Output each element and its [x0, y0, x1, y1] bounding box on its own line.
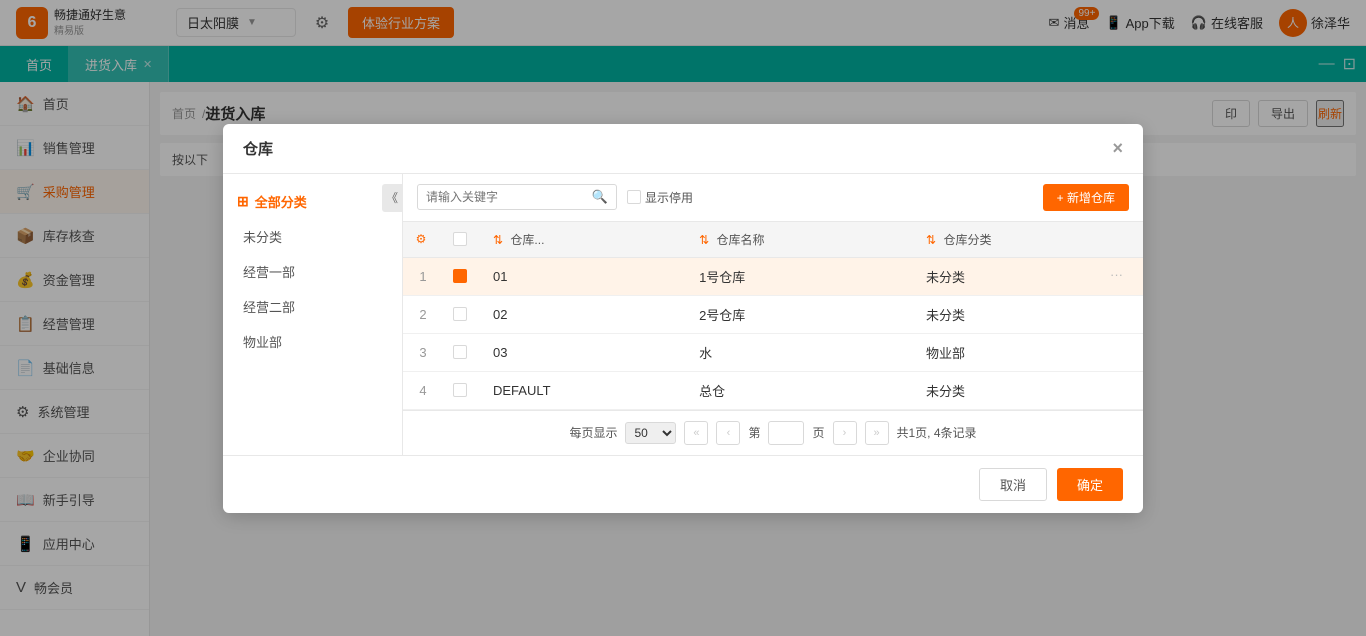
category-panel: ⊞ 全部分类 《 未分类 经营一部 经营二部 物业部	[223, 174, 403, 455]
row-checkbox[interactable]	[453, 383, 467, 397]
row-category: 未分类	[916, 371, 1143, 409]
table-row[interactable]: 4 DEFAULT 总仓 未分类	[403, 371, 1143, 409]
modal-title: 仓库	[243, 138, 273, 159]
row-category: 未分类 ···	[916, 257, 1143, 295]
show-disabled-checkbox[interactable]	[627, 190, 641, 204]
data-toolbar: 🔍 显示停用 + 新增仓库	[403, 174, 1143, 222]
cancel-button[interactable]: 取消	[979, 468, 1047, 501]
page-size-select[interactable]: 50 10 20 100	[625, 422, 676, 444]
th-settings: ⚙	[403, 222, 443, 258]
row-code: DEFAULT	[483, 371, 689, 409]
all-categories-button[interactable]: ⊞ 全部分类	[223, 184, 402, 219]
modal-body: ⊞ 全部分类 《 未分类 经营一部 经营二部 物业部	[223, 174, 1143, 455]
row-code: 02	[483, 295, 689, 333]
row-num: 2	[403, 295, 443, 333]
last-page-button[interactable]: »	[865, 421, 889, 445]
warehouse-modal: 仓库 × ⊞ 全部分类 《 未分类 经营一部 经营二部	[223, 124, 1143, 513]
row-name: 总仓	[689, 371, 916, 409]
first-page-button[interactable]: «	[684, 421, 708, 445]
next-page-button[interactable]: ›	[833, 421, 857, 445]
row-checkbox[interactable]	[453, 345, 467, 359]
row-code: 01	[483, 257, 689, 295]
th-category: ⇅ 仓库分类	[916, 222, 1143, 258]
row-name: 水	[689, 333, 916, 371]
row-checkbox-cell	[443, 371, 483, 409]
sort-icon-category: ⇅	[926, 233, 936, 247]
category-collapse-button[interactable]: 《	[382, 184, 402, 212]
row-checkbox-cell	[443, 257, 483, 295]
modal-overlay: 仓库 × ⊞ 全部分类 《 未分类 经营一部 经营二部	[0, 0, 1366, 636]
row-checkbox-cell	[443, 333, 483, 371]
row-code: 03	[483, 333, 689, 371]
search-input[interactable]	[426, 190, 588, 204]
modal-header: 仓库 ×	[223, 124, 1143, 174]
row-name: 2号仓库	[689, 295, 916, 333]
category-item-ops2[interactable]: 经营二部	[223, 289, 402, 324]
row-actions[interactable]: ···	[1110, 267, 1123, 282]
row-num: 1	[403, 257, 443, 295]
row-name: 1号仓库	[689, 257, 916, 295]
search-icon[interactable]: 🔍	[592, 189, 608, 205]
category-item-ops1[interactable]: 经营一部	[223, 254, 402, 289]
search-input-wrap: 🔍	[417, 184, 617, 210]
row-category: 未分类	[916, 295, 1143, 333]
row-num: 4	[403, 371, 443, 409]
page-number-input[interactable]: 1	[768, 421, 804, 445]
th-name: ⇅ 仓库名称	[689, 222, 916, 258]
sort-icon-name: ⇅	[699, 233, 709, 247]
modal-close-button[interactable]: ×	[1112, 139, 1123, 157]
category-item-property[interactable]: 物业部	[223, 324, 402, 359]
show-disabled-label[interactable]: 显示停用	[627, 189, 693, 206]
table-header-row: ⚙ ⇅ 仓库... ⇅	[403, 222, 1143, 258]
row-category: 物业部	[916, 333, 1143, 371]
data-panel: 🔍 显示停用 + 新增仓库 ⚙	[403, 174, 1143, 455]
table-row[interactable]: 3 03 水 物业部	[403, 333, 1143, 371]
grid-icon: ⊞	[237, 193, 249, 210]
add-warehouse-button[interactable]: + 新增仓库	[1043, 184, 1129, 211]
total-records: 共1页, 4条记录	[897, 424, 977, 441]
row-checkbox[interactable]	[453, 307, 467, 321]
confirm-button[interactable]: 确定	[1057, 468, 1123, 501]
row-checkbox-cell	[443, 295, 483, 333]
row-checkbox[interactable]	[453, 269, 467, 283]
category-item-uncategorized[interactable]: 未分类	[223, 219, 402, 254]
pagination: 每页显示 50 10 20 100 « ‹ 第 1 页 › » 共1页, 4条记…	[403, 410, 1143, 455]
table-row[interactable]: 1 01 1号仓库 未分类 ···	[403, 257, 1143, 295]
table-row[interactable]: 2 02 2号仓库 未分类	[403, 295, 1143, 333]
modal-footer: 取消 确定	[223, 455, 1143, 513]
th-checkbox	[443, 222, 483, 258]
warehouse-table: ⚙ ⇅ 仓库... ⇅	[403, 222, 1143, 410]
row-num: 3	[403, 333, 443, 371]
prev-page-button[interactable]: ‹	[716, 421, 740, 445]
sort-icon-code: ⇅	[493, 233, 503, 247]
settings-th-icon: ⚙	[416, 232, 427, 246]
th-code: ⇅ 仓库...	[483, 222, 689, 258]
select-all-checkbox[interactable]	[453, 232, 467, 246]
